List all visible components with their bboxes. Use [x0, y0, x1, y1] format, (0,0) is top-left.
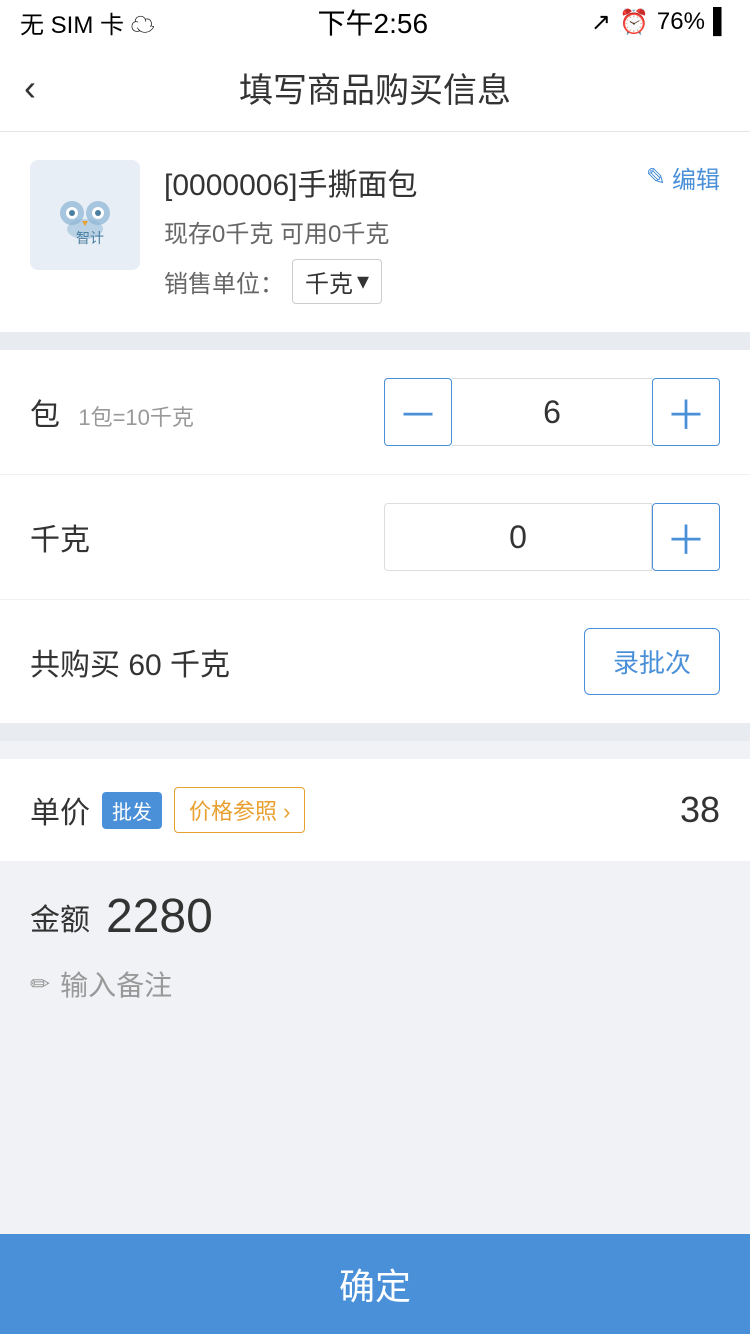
price-ref-button[interactable]: 价格参照 › [174, 787, 305, 833]
total-label: 共购买 60 千克 [30, 640, 230, 684]
product-name: [0000006]手撕面包 [164, 160, 720, 204]
unit-label: 销售单位： [164, 264, 284, 299]
input-section: 包 1包=10千克 － ＋ 千克 ＋ [0, 350, 750, 600]
price-badge: 批发 [102, 792, 162, 829]
back-button[interactable]: ‹ [24, 67, 36, 109]
status-bar: 无 SIM 卡 ☁ 下午2:56 ↗ ⏰ 76% ▌ [0, 0, 750, 44]
confirm-button-label: 确定 [339, 1258, 411, 1310]
page-title: 填写商品购买信息 [239, 63, 511, 112]
divider-1 [0, 332, 750, 350]
battery-text: 76% [657, 8, 705, 36]
svg-text:智计: 智计 [76, 230, 104, 245]
status-time: 下午2:56 [318, 2, 429, 42]
no-sim-text: 无 SIM 卡 ☁ [20, 5, 155, 40]
package-qty-input[interactable] [452, 378, 652, 446]
edit-icon: ✎ [646, 163, 666, 192]
package-qty-control: － ＋ [384, 378, 720, 446]
unit-value: 千克 [305, 264, 353, 299]
package-hint: 1包=10千克 [78, 405, 194, 430]
edit-label: 编辑 [672, 160, 720, 195]
nav-bar: ‹ 填写商品购买信息 [0, 44, 750, 132]
price-value: 38 [680, 789, 720, 831]
product-card: 智计 [0000006]手撕面包 现存0千克 可用0千克 销售单位： 千克 ▾ … [0, 132, 750, 332]
divider-2 [0, 723, 750, 741]
price-section: 单价 批发 价格参照 › 38 [0, 759, 750, 861]
edit-button[interactable]: ✎ 编辑 [646, 160, 720, 195]
kilogram-qty-control: ＋ [384, 503, 720, 571]
remark-row[interactable]: ✏ 输入备注 [30, 964, 720, 1028]
amount-value: 2280 [106, 889, 213, 944]
product-thumbnail: 智计 [30, 160, 140, 270]
package-minus-button[interactable]: － [384, 378, 452, 446]
kilogram-plus-button[interactable]: ＋ [652, 503, 720, 571]
product-image-icon: 智计 [50, 185, 120, 245]
amount-row: 金额 2280 [30, 889, 720, 964]
remark-text: 输入备注 [60, 964, 172, 1004]
product-stock: 现存0千克 可用0千克 [164, 214, 720, 249]
alarm-icon: ⏰ [619, 8, 649, 37]
status-right: ↗ ⏰ 76% ▌ [591, 8, 730, 37]
package-plus-button[interactable]: ＋ [652, 378, 720, 446]
chevron-down-icon: ▾ [357, 267, 369, 296]
price-left: 单价 批发 价格参照 › [30, 787, 305, 833]
kilogram-qty-input[interactable] [384, 503, 652, 571]
batch-button[interactable]: 录批次 [584, 628, 720, 695]
battery-icon: ▌ [713, 8, 730, 36]
total-row: 共购买 60 千克 录批次 [0, 600, 750, 723]
amount-section: 金额 2280 ✏ 输入备注 [0, 861, 750, 1028]
package-label: 包 1包=10千克 [30, 390, 384, 434]
amount-label: 金额 [30, 895, 90, 939]
package-row: 包 1包=10千克 － ＋ [0, 350, 750, 475]
product-unit-row: 销售单位： 千克 ▾ [164, 259, 720, 304]
pencil-icon: ✏ [30, 970, 50, 999]
product-info: [0000006]手撕面包 现存0千克 可用0千克 销售单位： 千克 ▾ [164, 160, 720, 304]
price-row: 单价 批发 价格参照 › 38 [30, 787, 720, 833]
kilogram-label: 千克 [30, 515, 384, 559]
location-icon: ↗ [591, 8, 611, 37]
price-label: 单价 [30, 788, 90, 832]
unit-selector[interactable]: 千克 ▾ [292, 259, 382, 304]
kilogram-row: 千克 ＋ [0, 475, 750, 600]
confirm-button[interactable]: 确定 [0, 1234, 750, 1334]
status-left: 无 SIM 卡 ☁ [20, 5, 155, 40]
